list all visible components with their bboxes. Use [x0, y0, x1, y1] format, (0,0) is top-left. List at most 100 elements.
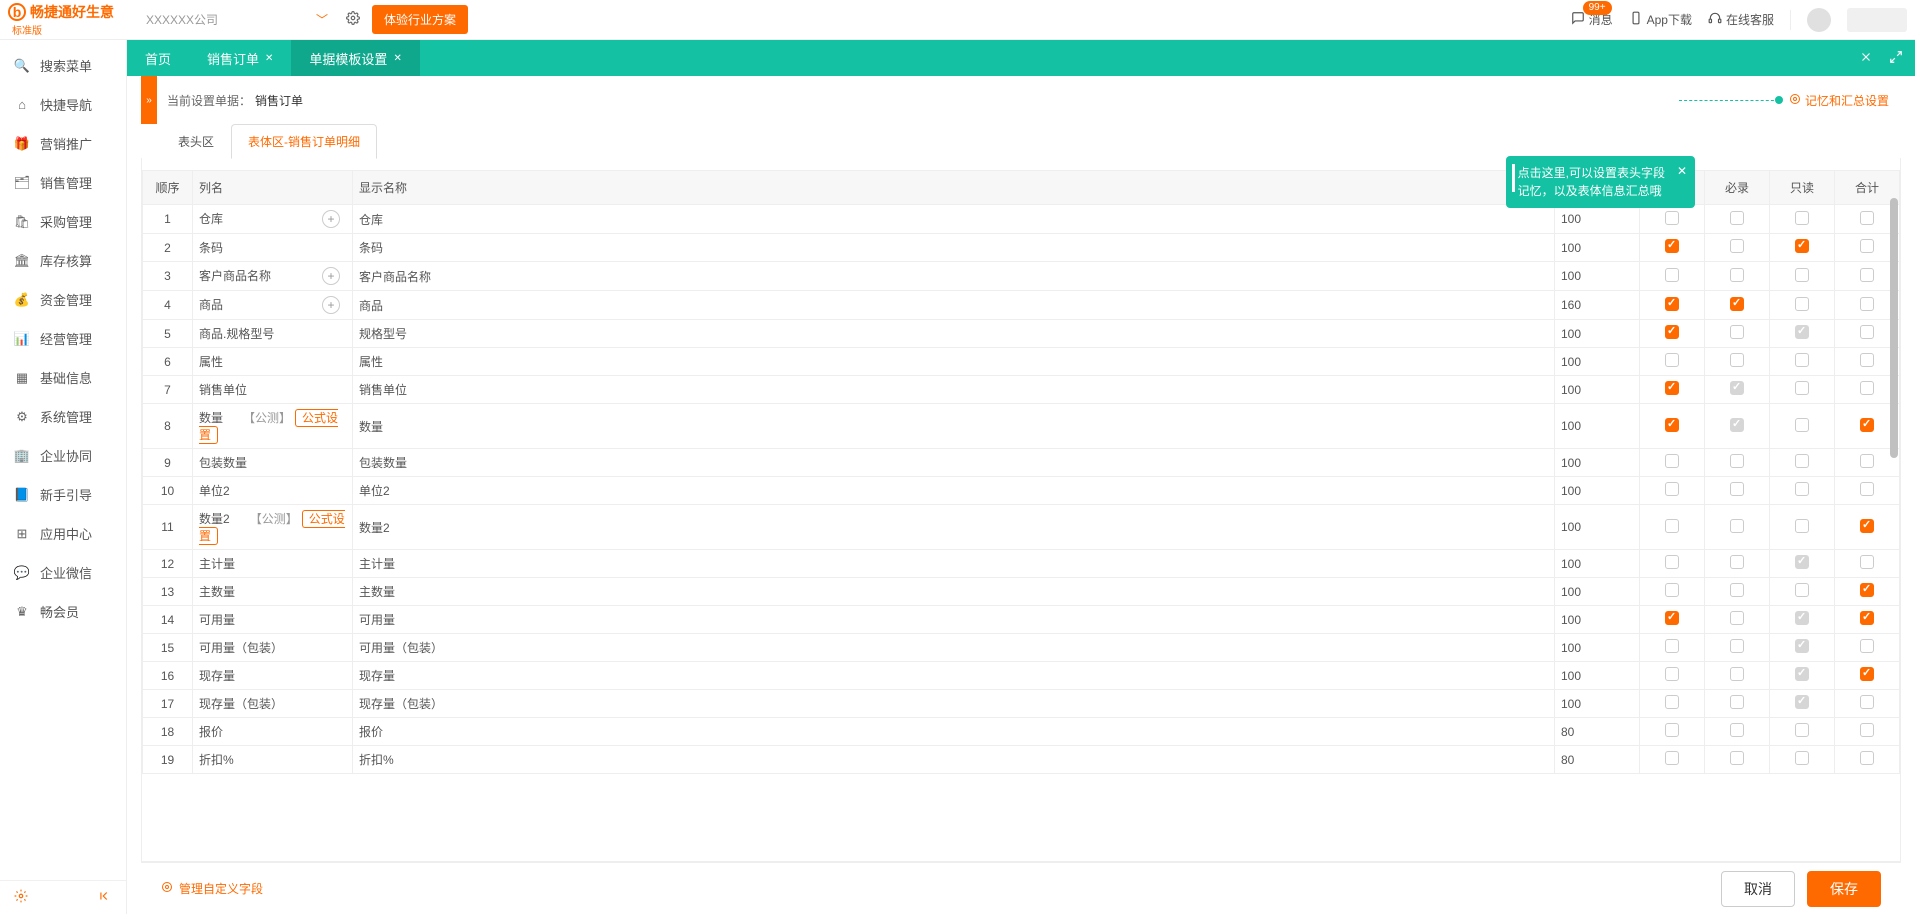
sidebar-item-11[interactable]: 📘新手引导 — [0, 475, 126, 514]
cell-dispname[interactable]: 属性 — [353, 348, 1555, 376]
checkbox[interactable] — [1795, 211, 1809, 225]
cell-width[interactable]: 100 — [1555, 690, 1640, 718]
sidebar-item-13[interactable]: 💬企业微信 — [0, 553, 126, 592]
sidebar-item-10[interactable]: 🏢企业协同 — [0, 436, 126, 475]
checkbox[interactable] — [1860, 353, 1874, 367]
checkbox[interactable] — [1665, 723, 1679, 737]
cell-width[interactable]: 100 — [1555, 477, 1640, 505]
checkbox[interactable] — [1665, 611, 1679, 625]
cell-dispname[interactable]: 现存量 — [353, 662, 1555, 690]
checkbox[interactable] — [1730, 211, 1744, 225]
checkbox[interactable] — [1795, 583, 1809, 597]
cell-colname[interactable]: 现存量（包装） — [193, 690, 353, 718]
checkbox[interactable] — [1795, 297, 1809, 311]
sidebar-item-2[interactable]: 🎁营销推广 — [0, 124, 126, 163]
sidebar-item-0[interactable]: 🔍搜索菜单 — [0, 46, 126, 85]
checkbox[interactable] — [1860, 695, 1874, 709]
close-tooltip-icon[interactable]: ✕ — [1677, 162, 1687, 180]
cell-width[interactable]: 80 — [1555, 746, 1640, 774]
scrollbar-thumb[interactable] — [1890, 198, 1898, 458]
checkbox[interactable] — [1730, 454, 1744, 468]
checkbox[interactable] — [1665, 751, 1679, 765]
cell-colname[interactable]: 条码 — [193, 234, 353, 262]
cell-width[interactable]: 100 — [1555, 634, 1640, 662]
company-selector[interactable]: XXXXXX公司 ﹀ — [138, 7, 338, 32]
cell-width[interactable]: 100 — [1555, 662, 1640, 690]
cell-colname[interactable]: 主数量 — [193, 578, 353, 606]
add-icon[interactable]: + — [322, 296, 340, 314]
checkbox[interactable] — [1730, 751, 1744, 765]
sidebar-item-8[interactable]: ▦基础信息 — [0, 358, 126, 397]
cell-dispname[interactable]: 主计量 — [353, 550, 1555, 578]
cell-dispname[interactable]: 可用量（包装） — [353, 634, 1555, 662]
checkbox[interactable] — [1665, 639, 1679, 653]
checkbox[interactable] — [1860, 723, 1874, 737]
cell-dispname[interactable]: 折扣% — [353, 746, 1555, 774]
checkbox[interactable] — [1860, 751, 1874, 765]
cell-dispname[interactable]: 销售单位 — [353, 376, 1555, 404]
checkbox[interactable] — [1795, 454, 1809, 468]
cell-colname[interactable]: 可用量 — [193, 606, 353, 634]
checkbox[interactable] — [1730, 695, 1744, 709]
cell-colname[interactable]: 报价 — [193, 718, 353, 746]
checkbox[interactable] — [1730, 611, 1744, 625]
cell-width[interactable]: 100 — [1555, 404, 1640, 449]
cell-colname[interactable]: 数量2【公测】公式设置 — [193, 505, 353, 550]
industry-plan-button[interactable]: 体验行业方案 — [372, 5, 468, 34]
checkbox[interactable] — [1730, 268, 1744, 282]
cell-width[interactable]: 100 — [1555, 205, 1640, 234]
gear-icon[interactable] — [346, 11, 360, 28]
sidebar-item-12[interactable]: ⊞应用中心 — [0, 514, 126, 553]
tab-0[interactable]: 首页 — [127, 40, 189, 76]
checkbox[interactable] — [1665, 667, 1679, 681]
checkbox[interactable] — [1795, 723, 1809, 737]
checkbox[interactable] — [1665, 695, 1679, 709]
manage-custom-fields-link[interactable]: 管理自定义字段 — [161, 880, 263, 897]
subtab-body-area[interactable]: 表体区-销售订单明细 — [231, 124, 377, 159]
checkbox[interactable] — [1860, 454, 1874, 468]
fullscreen-icon[interactable] — [1883, 44, 1909, 73]
cell-width[interactable]: 100 — [1555, 376, 1640, 404]
add-icon[interactable]: + — [322, 210, 340, 228]
sidebar-item-6[interactable]: 💰资金管理 — [0, 280, 126, 319]
checkbox[interactable] — [1665, 381, 1679, 395]
support-link[interactable]: 在线客服 — [1708, 11, 1774, 28]
sidebar-item-5[interactable]: 🏛库存核算 — [0, 241, 126, 280]
checkbox[interactable] — [1795, 751, 1809, 765]
cell-width[interactable]: 100 — [1555, 262, 1640, 291]
cell-colname[interactable]: 数量【公测】公式设置 — [193, 404, 353, 449]
checkbox[interactable] — [1665, 418, 1679, 432]
save-button[interactable]: 保存 — [1807, 871, 1881, 907]
checkbox[interactable] — [1795, 268, 1809, 282]
cell-dispname[interactable]: 数量2 — [353, 505, 1555, 550]
cell-width[interactable]: 100 — [1555, 449, 1640, 477]
checkbox[interactable] — [1860, 381, 1874, 395]
collapse-panel-icon[interactable]: » — [141, 76, 157, 124]
checkbox[interactable] — [1860, 239, 1874, 253]
user-menu[interactable] — [1847, 8, 1907, 32]
cell-dispname[interactable]: 商品 — [353, 291, 1555, 320]
checkbox[interactable] — [1860, 611, 1874, 625]
cell-dispname[interactable]: 现存量（包装） — [353, 690, 1555, 718]
checkbox[interactable] — [1730, 555, 1744, 569]
subtab-header-area[interactable]: 表头区 — [161, 124, 231, 159]
checkbox[interactable] — [1730, 482, 1744, 496]
cell-width[interactable]: 100 — [1555, 606, 1640, 634]
cell-colname[interactable]: 包装数量 — [193, 449, 353, 477]
checkbox[interactable] — [1860, 325, 1874, 339]
avatar[interactable] — [1807, 8, 1831, 32]
app-download-link[interactable]: App下载 — [1629, 11, 1692, 28]
cell-width[interactable]: 80 — [1555, 718, 1640, 746]
cell-dispname[interactable]: 单位2 — [353, 477, 1555, 505]
cell-width[interactable]: 100 — [1555, 578, 1640, 606]
cell-width[interactable]: 100 — [1555, 550, 1640, 578]
cell-dispname[interactable]: 规格型号 — [353, 320, 1555, 348]
checkbox[interactable] — [1665, 325, 1679, 339]
cell-colname[interactable]: 可用量（包装） — [193, 634, 353, 662]
cell-colname[interactable]: 仓库+ — [193, 205, 353, 234]
checkbox[interactable] — [1665, 583, 1679, 597]
sidebar-item-1[interactable]: ⌂快捷导航 — [0, 85, 126, 124]
cell-colname[interactable]: 销售单位 — [193, 376, 353, 404]
checkbox[interactable] — [1665, 555, 1679, 569]
sidebar-item-3[interactable]: 🗂销售管理 — [0, 163, 126, 202]
